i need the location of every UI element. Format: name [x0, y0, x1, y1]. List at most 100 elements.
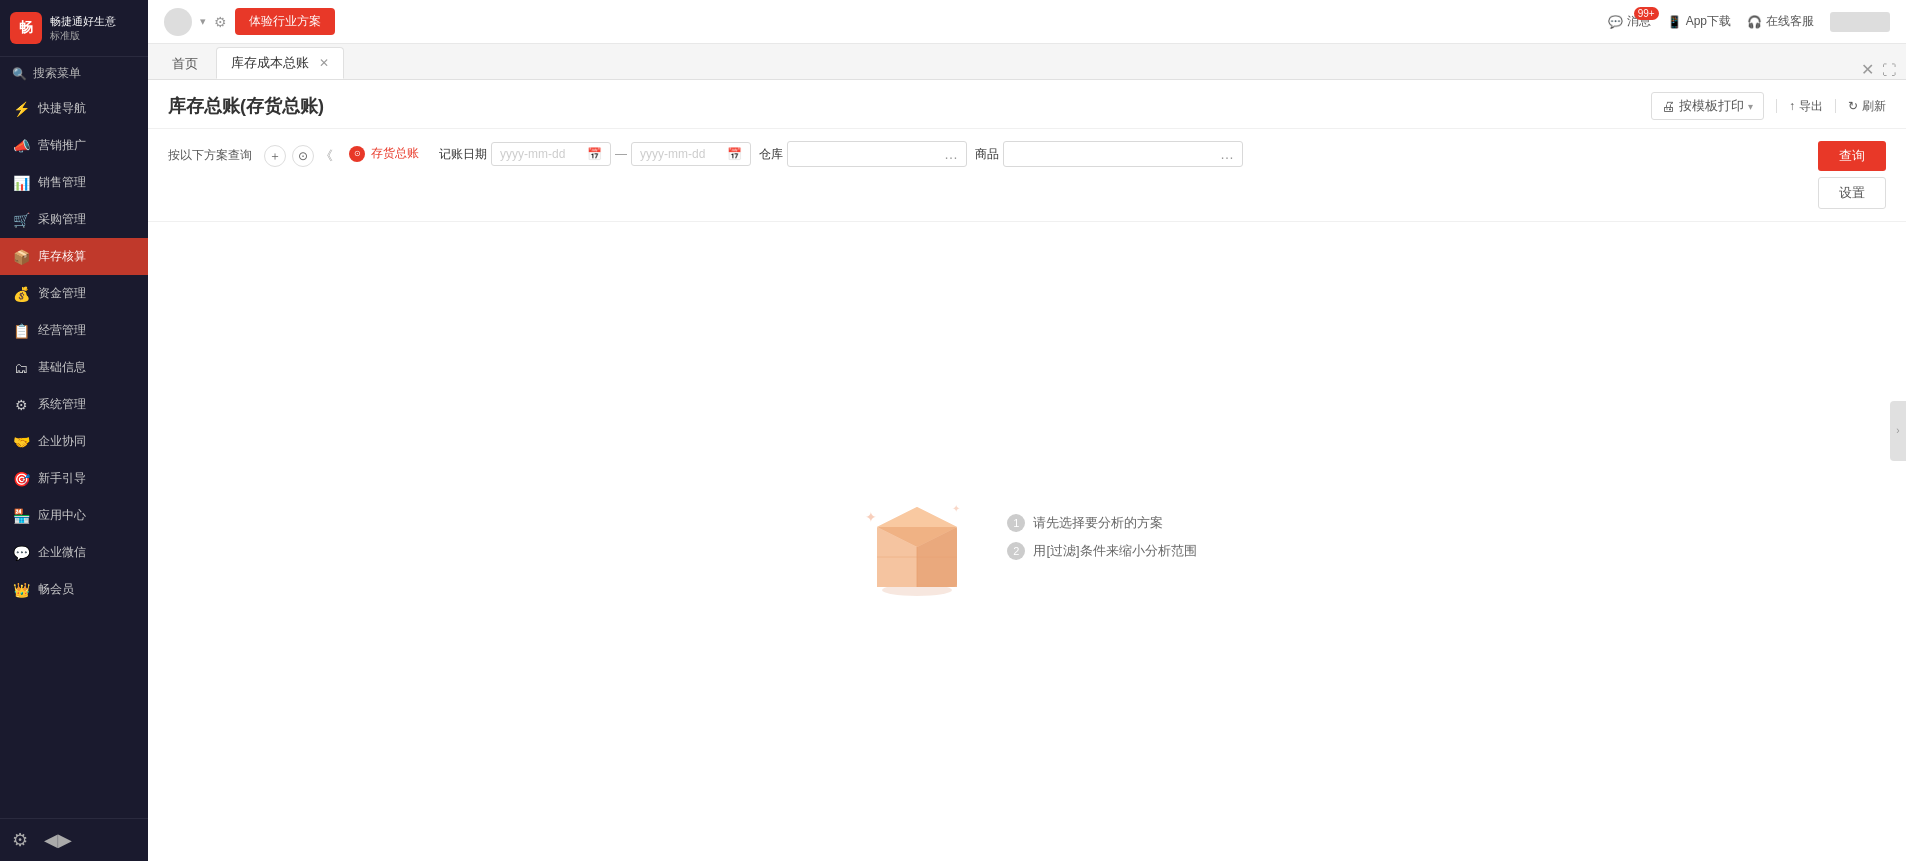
- sidebar-item-quick-nav[interactable]: ⚡ 快捷导航: [0, 90, 148, 127]
- warehouse-label: 仓库: [759, 146, 783, 163]
- svg-text:✦: ✦: [865, 509, 877, 525]
- user-avatar: [164, 8, 192, 36]
- sales-icon: 📊: [12, 175, 30, 191]
- scheme-icon: ⊙: [349, 146, 365, 162]
- industry-btn[interactable]: 体验行业方案: [235, 8, 335, 35]
- page-header-actions: 🖨 按模板打印 ▾ ↑ 导出 ↻ 刷新: [1651, 92, 1886, 120]
- filter-label: 按以下方案查询: [168, 141, 252, 164]
- date-end-input[interactable]: yyyy-mm-dd 📅: [631, 142, 751, 166]
- print-dropdown-icon[interactable]: ▾: [1748, 101, 1753, 112]
- phone-icon: 📱: [1667, 15, 1682, 29]
- scheme-filter: ⊙ 存货总账: [341, 141, 427, 166]
- username-display: [1830, 12, 1890, 32]
- page-header: 库存总账(存货总账) 🖨 按模板打印 ▾ ↑ 导出 ↻ 刷新: [148, 80, 1906, 129]
- sidebar-item-system[interactable]: ⚙ 系统管理: [0, 386, 148, 423]
- svg-text:✦: ✦: [952, 503, 960, 514]
- main-area: ▾ ⚙ 体验行业方案 💬 消息 99+ 📱 App下载 🎧 在线客服 首页: [148, 0, 1906, 861]
- marketing-icon: 📣: [12, 138, 30, 154]
- system-icon: ⚙: [12, 397, 30, 413]
- appstore-icon: 🏪: [12, 508, 30, 524]
- filter-controls: 记账日期 yyyy-mm-dd 📅 — yyyy-mm-dd 📅 仓库: [439, 141, 1818, 167]
- collapse-filter-btn[interactable]: 《: [320, 147, 333, 165]
- empty-step1: 1 请先选择要分析的方案: [1007, 514, 1196, 532]
- right-panel-toggle[interactable]: ›: [1890, 401, 1906, 461]
- sidebar-item-wechat[interactable]: 💬 企业微信: [0, 534, 148, 571]
- inventory-icon: 📦: [12, 249, 30, 265]
- message-btn[interactable]: 💬 消息 99+: [1608, 13, 1651, 30]
- breadcrumb-arrow[interactable]: ▾: [200, 15, 206, 28]
- filter-area: 按以下方案查询 ＋ ⊙ 《 ⊙ 存货总账 记账日期 yyyy-mm-dd: [148, 129, 1906, 222]
- close-all-icon[interactable]: ✕: [1861, 60, 1874, 79]
- tab-home[interactable]: 首页: [158, 49, 212, 79]
- goods-more-btn[interactable]: …: [1220, 146, 1234, 162]
- logo-icon: 畅: [10, 12, 42, 44]
- online-service-btn[interactable]: 🎧 在线客服: [1747, 13, 1814, 30]
- sidebar-item-appstore[interactable]: 🏪 应用中心: [0, 497, 148, 534]
- expand-icon[interactable]: ⛶: [1882, 62, 1896, 78]
- date-label: 记账日期: [439, 146, 487, 163]
- empty-step2: 2 用[过滤]条件来缩小分析范围: [1007, 542, 1196, 560]
- operations-icon: 📋: [12, 323, 30, 339]
- tab-inventory-cost[interactable]: 库存成本总账 ✕: [216, 47, 344, 79]
- export-btn[interactable]: ↑ 导出: [1789, 98, 1823, 115]
- empty-illustration: ✦ ✦: [857, 482, 977, 602]
- topbar-right: 💬 消息 99+ 📱 App下载 🎧 在线客服: [1608, 12, 1890, 32]
- sidebar-bottom: ⚙ ◀▶: [0, 818, 148, 861]
- refresh-btn[interactable]: ↻ 刷新: [1848, 98, 1886, 115]
- empty-state: ✦ ✦ 1 请先选择要分析的方案 2 用[过滤]条件来缩小分析范围: [148, 222, 1906, 861]
- tab-close-icon[interactable]: ✕: [319, 56, 329, 70]
- refresh-icon: ↻: [1848, 99, 1858, 113]
- sidebar-item-sales[interactable]: 📊 销售管理: [0, 164, 148, 201]
- gear-icon[interactable]: ⚙: [214, 14, 227, 30]
- capital-icon: 💰: [12, 286, 30, 302]
- basic-icon: 🗂: [12, 360, 30, 376]
- member-icon: 👑: [12, 582, 30, 598]
- goods-select[interactable]: …: [1003, 141, 1243, 167]
- add-filter-btn[interactable]: ＋: [264, 145, 286, 167]
- manage-filter-btn[interactable]: ⊙: [292, 145, 314, 167]
- sidebar-nav: ⚡ 快捷导航 📣 营销推广 📊 销售管理 🛒 采购管理 📦 库存核算 💰 资金管…: [0, 90, 148, 608]
- date-filter-group: 记账日期 yyyy-mm-dd 📅 — yyyy-mm-dd 📅: [439, 142, 751, 166]
- message-icon: 💬: [1608, 15, 1623, 29]
- settings-bottom-icon[interactable]: ⚙: [12, 829, 28, 851]
- sidebar-search[interactable]: 🔍 搜索菜单: [0, 57, 148, 90]
- sidebar-item-capital[interactable]: 💰 资金管理: [0, 275, 148, 312]
- collapse-icon[interactable]: ◀▶: [44, 829, 72, 851]
- app-download-btn[interactable]: 📱 App下载: [1667, 13, 1731, 30]
- sidebar-item-purchase[interactable]: 🛒 采购管理: [0, 201, 148, 238]
- warehouse-more-btn[interactable]: …: [944, 146, 958, 162]
- sidebar-item-inventory[interactable]: 📦 库存核算: [0, 238, 148, 275]
- calendar-icon: 📅: [587, 147, 602, 161]
- date-start-input[interactable]: yyyy-mm-dd 📅: [491, 142, 611, 166]
- quick-nav-icon: ⚡: [12, 101, 30, 117]
- settings-btn[interactable]: 设置: [1818, 177, 1886, 209]
- calendar-end-icon: 📅: [727, 147, 742, 161]
- sidebar: 畅 畅捷通好生意 标准版 🔍 搜索菜单 ⚡ 快捷导航 📣 营销推广 📊 销售管理…: [0, 0, 148, 861]
- purchase-icon: 🛒: [12, 212, 30, 228]
- step1-num: 1: [1007, 514, 1025, 532]
- goods-filter-group: 商品 …: [975, 141, 1243, 167]
- warehouse-select[interactable]: …: [787, 141, 967, 167]
- headset-icon: 🎧: [1747, 15, 1762, 29]
- sidebar-item-member[interactable]: 👑 畅会员: [0, 571, 148, 608]
- empty-text-area: 1 请先选择要分析的方案 2 用[过滤]条件来缩小分析范围: [1007, 514, 1196, 570]
- goods-label: 商品: [975, 146, 999, 163]
- collab-icon: 🤝: [12, 434, 30, 450]
- filter-right-btns: 查询 设置: [1818, 141, 1886, 209]
- topbar: ▾ ⚙ 体验行业方案 💬 消息 99+ 📱 App下载 🎧 在线客服: [148, 0, 1906, 44]
- sidebar-item-basic[interactable]: 🗂 基础信息: [0, 349, 148, 386]
- wechat-icon: 💬: [12, 545, 30, 561]
- scheme-item-inventory[interactable]: ⊙ 存货总账: [341, 141, 427, 166]
- sidebar-item-collab[interactable]: 🤝 企业协同: [0, 423, 148, 460]
- page-content: 库存总账(存货总账) 🖨 按模板打印 ▾ ↑ 导出 ↻ 刷新: [148, 80, 1906, 861]
- tabs-bar: 首页 库存成本总账 ✕ ✕ ⛶: [148, 44, 1906, 80]
- guide-icon: 🎯: [12, 471, 30, 487]
- sidebar-item-marketing[interactable]: 📣 营销推广: [0, 127, 148, 164]
- sidebar-item-guide[interactable]: 🎯 新手引导: [0, 460, 148, 497]
- divider: [1776, 99, 1777, 113]
- query-btn[interactable]: 查询: [1818, 141, 1886, 171]
- page-title: 库存总账(存货总账): [168, 94, 324, 118]
- divider2: [1835, 99, 1836, 113]
- sidebar-item-operations[interactable]: 📋 经营管理: [0, 312, 148, 349]
- print-btn[interactable]: 🖨 按模板打印 ▾: [1651, 92, 1764, 120]
